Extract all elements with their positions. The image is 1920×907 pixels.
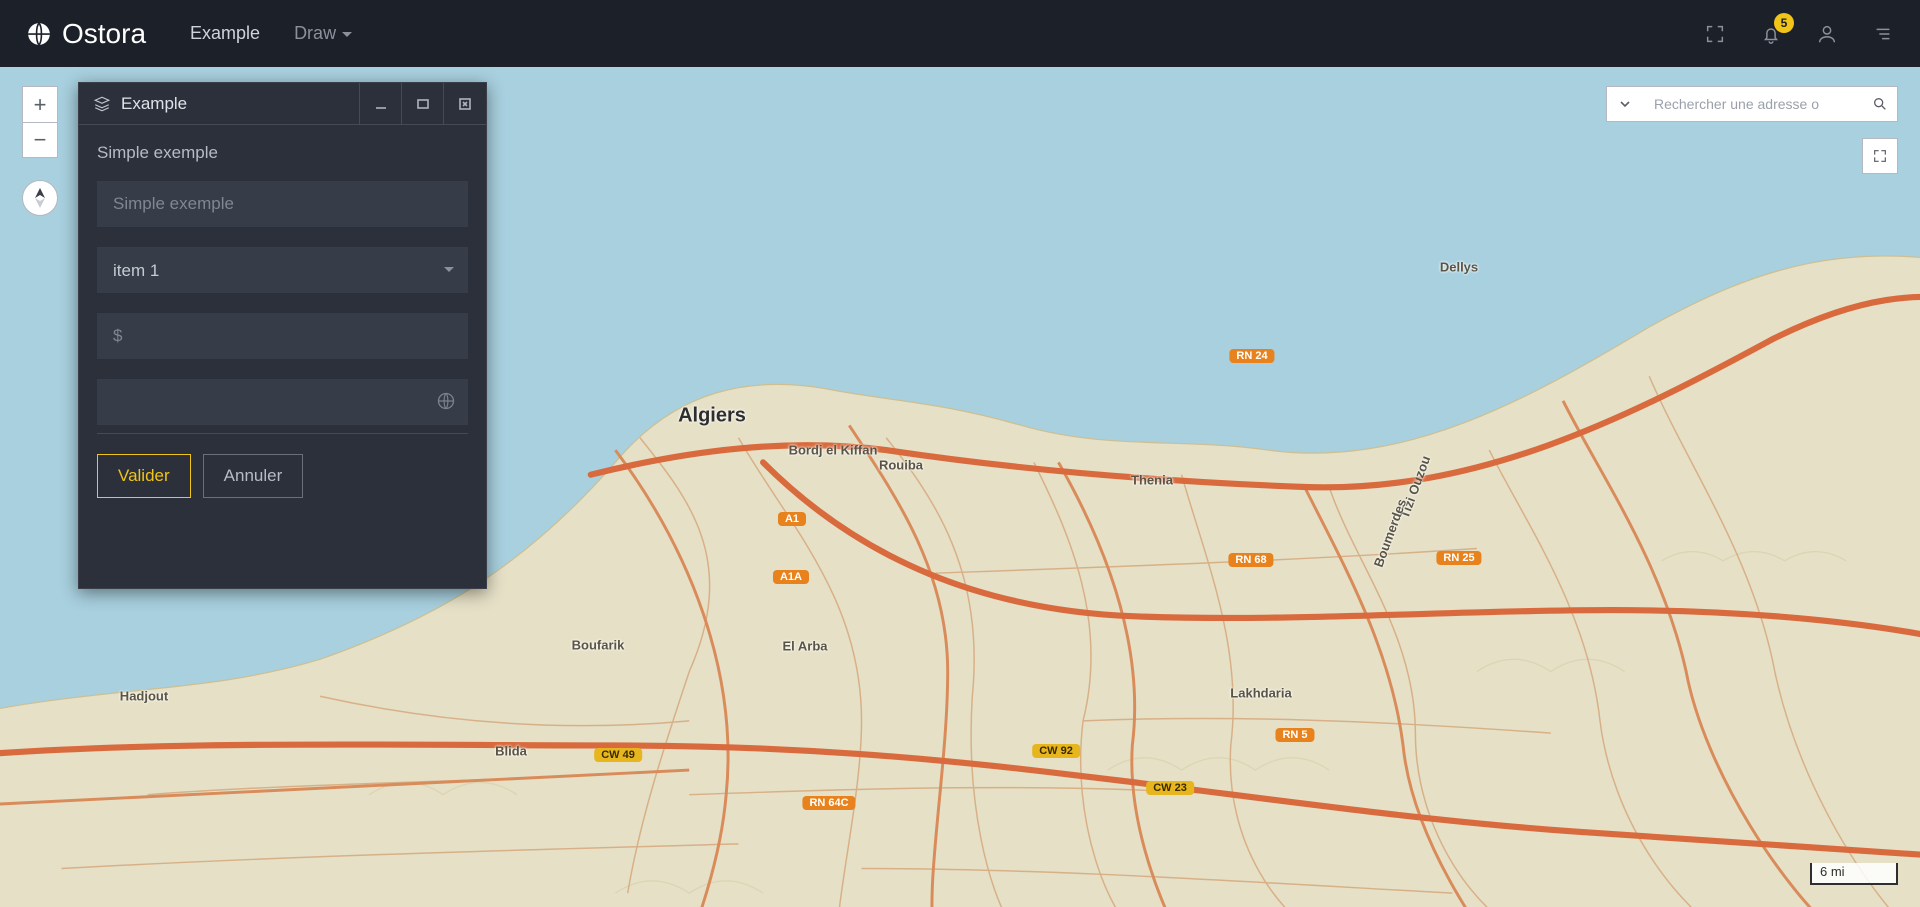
panel-body: Simple exemple item 1 Valider Annuler — [79, 125, 486, 516]
expand-map-button[interactable] — [1862, 138, 1898, 174]
zoom-in-button[interactable]: + — [22, 86, 58, 122]
bell-icon[interactable]: 5 — [1760, 23, 1782, 45]
chevron-down-icon — [342, 32, 352, 42]
globe-icon — [26, 21, 52, 47]
main-nav: Example Draw — [190, 23, 352, 44]
globe-grid-icon — [436, 391, 456, 416]
layers-icon — [93, 95, 111, 113]
compass-button[interactable] — [22, 180, 58, 216]
currency-input[interactable] — [97, 313, 468, 359]
compass-icon — [33, 187, 47, 209]
panel-header[interactable]: Example — [79, 83, 486, 125]
search-bar — [1606, 86, 1898, 122]
scale-label: 6 mi — [1820, 864, 1845, 879]
search-button[interactable] — [1862, 86, 1898, 122]
search-type-dropdown[interactable] — [1606, 86, 1642, 122]
panel-section-title: Simple exemple — [97, 143, 468, 163]
panel-close-button[interactable] — [444, 83, 486, 124]
url-input[interactable] — [97, 379, 468, 425]
brand-name: Ostora — [62, 18, 146, 50]
valider-button[interactable]: Valider — [97, 454, 191, 498]
example-select[interactable]: item 1 — [97, 247, 468, 293]
zoom-out-button[interactable]: − — [22, 122, 58, 158]
nav-draw-label: Draw — [294, 23, 336, 43]
top-bar: Ostora Example Draw 5 — [0, 0, 1920, 67]
panel-title-text: Example — [121, 94, 187, 114]
search-input-wrapper — [1642, 86, 1862, 122]
user-icon[interactable] — [1816, 23, 1838, 45]
panel-footer: Valider Annuler — [97, 433, 468, 498]
nav-draw[interactable]: Draw — [294, 23, 352, 44]
example-text-input[interactable] — [97, 181, 468, 227]
search-input[interactable] — [1642, 87, 1862, 121]
chevron-down-icon — [1619, 98, 1631, 110]
expand-icon — [1872, 148, 1888, 164]
annuler-button[interactable]: Annuler — [203, 454, 304, 498]
example-panel: Example Simple exemple item 1 Valide — [78, 82, 487, 589]
panel-title: Example — [79, 83, 360, 124]
notification-badge: 5 — [1774, 13, 1794, 33]
fullscreen-icon[interactable] — [1704, 23, 1726, 45]
zoom-control: + − — [22, 86, 58, 158]
panel-maximize-button[interactable] — [402, 83, 444, 124]
topbar-actions: 5 — [1704, 23, 1894, 45]
panel-minimize-button[interactable] — [360, 83, 402, 124]
search-icon — [1872, 96, 1888, 112]
scale-bar: 6 mi — [1810, 863, 1898, 885]
menu-icon[interactable] — [1872, 23, 1894, 45]
nav-example[interactable]: Example — [190, 23, 260, 44]
brand-logo[interactable]: Ostora — [26, 18, 146, 50]
